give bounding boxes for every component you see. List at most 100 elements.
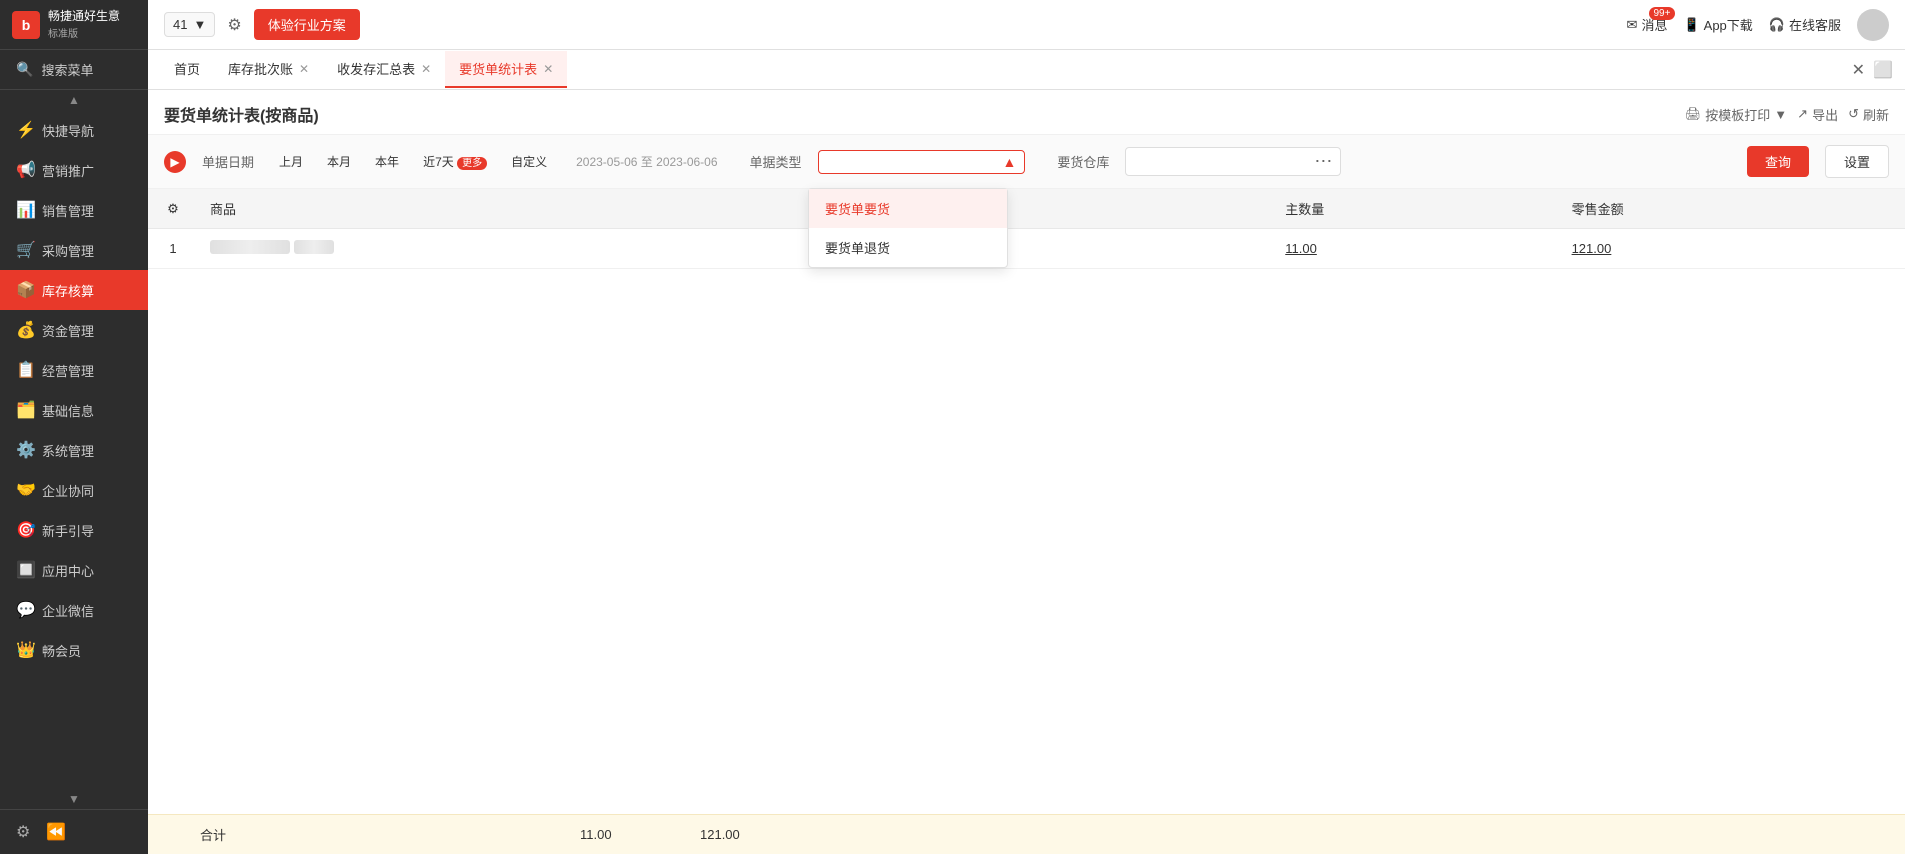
filter-toggle-button[interactable]: ▶ [164,151,186,173]
nav-icon-basic: 🗂️ [16,400,34,420]
messages-button[interactable]: ✉ 消息 99+ [1627,15,1668,34]
sidebar-item-member[interactable]: 👑畅会员 [0,630,148,670]
tab-receive-summary-close[interactable]: ✕ [421,62,431,76]
headset-icon: 🎧 [1769,17,1785,33]
date-this-month[interactable]: 本月 [318,149,360,174]
search-menu[interactable]: 🔍 搜索菜单 [0,50,148,90]
nav-icon-finance: 💰 [16,320,34,340]
app-download-button[interactable]: 📱 App下载 [1683,15,1752,34]
sidebar-item-enterprise[interactable]: 🤝 企业协同 [0,470,148,510]
tab-inventory-batch-label: 库存批次账 [228,59,293,78]
tab-order-stats[interactable]: 要货单统计表 ✕ [445,51,567,88]
nav-label-guide: 新手引导 [42,521,94,540]
sidebar-item-basic[interactable]: 🗂️基础信息 [0,390,148,430]
nav-icon-quick-nav: ⚡ [16,120,34,140]
sidebar-item-system[interactable]: ⚙️系统管理 [0,430,148,470]
date-last-7days[interactable]: 近7天 更多 [414,149,496,174]
sidebar-item-operation[interactable]: 📋经营管理 [0,350,148,390]
dropdown-item-order-return[interactable]: 要货单退货 [809,228,1007,267]
app-logo: b 畅捷通好生意 标准版 [0,0,148,50]
tabs-bar: 首页 库存批次账 ✕ 收发存汇总表 ✕ 要货单统计表 ✕ ✕ ⬜ [148,50,1905,90]
online-service-button[interactable]: 🎧 在线客服 [1769,15,1841,34]
nav-label-finance: 资金管理 [42,321,94,340]
nav-label-system: 系统管理 [42,441,94,460]
sidebar: b 畅捷通好生意 标准版 🔍 搜索菜单 ▲ ⚡快捷导航📢营销推广📊销售管理🛒采购… [0,0,148,854]
print-icon: 🖨 [1685,106,1702,122]
nav-label-purchase: 采购管理 [42,241,94,260]
tab-receive-summary-label: 收发存汇总表 [337,59,415,78]
warehouse-text-field[interactable] [1134,154,1310,169]
header-right: ✉ 消息 99+ 📱 App下载 🎧 在线客服 [1627,9,1889,41]
tab-home[interactable]: 首页 [160,51,214,88]
store-selector[interactable]: 41 ▼ [164,12,215,37]
query-button[interactable]: 查询 [1747,146,1809,177]
date-buttons: 上月 本月 本年 近7天 更多 自定义 [270,149,556,174]
nav-icon-member: 👑 [16,640,34,660]
type-input[interactable]: ▲ [818,150,1026,174]
refresh-icon: ↺ [1848,106,1859,122]
collapse-icon[interactable]: ⏪ [46,822,66,842]
sidebar-item-purchase[interactable]: 🛒采购管理 [0,230,148,270]
nav-icon-guide: 🎯 [16,520,34,540]
tab-order-stats-close[interactable]: ✕ [543,62,553,76]
sidebar-item-appstore[interactable]: 🔲应用中心 [0,550,148,590]
sidebar-item-finance[interactable]: 💰 资金管理 [0,310,148,350]
table-footer: 合计 11.00 121.00 [148,814,1905,854]
date-range: 2023-05-06 至 2023-06-06 [576,153,717,170]
print-button[interactable]: 🖨 按模板打印 ▼ [1685,105,1787,124]
table-row: 1 块 11.00 121.00 [148,229,1905,269]
sidebar-item-sales[interactable]: 📊销售管理 [0,190,148,230]
date-custom[interactable]: 自定义 [502,149,556,174]
close-tabs-icon[interactable]: ✕ [1852,60,1865,80]
col-goods: 商品 [198,189,869,229]
nav-label-wechat: 企业微信 [42,601,94,620]
gear-icon[interactable]: ⚙ [227,15,241,35]
date-prev-month[interactable]: 上月 [270,149,312,174]
nav-icon-sales: 📊 [16,200,34,220]
settings-icon[interactable]: ⚙ [16,822,30,842]
col-quantity: 主数量 [1273,189,1559,229]
tab-inventory-batch-close[interactable]: ✕ [299,62,309,76]
maximize-icon[interactable]: ⬜ [1873,60,1893,80]
sidebar-item-guide[interactable]: 🎯 新手引导 [0,510,148,550]
date-this-year[interactable]: 本年 [366,149,408,174]
top-header: 41 ▼ ⚙ 体验行业方案 ✉ 消息 99+ 📱 App下载 🎧 在线客服 [148,0,1905,50]
table-header-row: ⚙ 商品 主计量单位 主数量 零售金额 [148,189,1905,229]
sidebar-item-wechat[interactable]: 💬 企业微信 [0,590,148,630]
tab-receive-summary[interactable]: 收发存汇总表 ✕ [323,51,445,88]
tab-inventory-batch[interactable]: 库存批次账 ✕ [214,51,323,88]
footer-total-label: 合计 [160,825,580,844]
sidebar-bottom: ⚙ ⏪ [0,809,148,854]
type-chevron-icon[interactable]: ▲ [1003,154,1017,170]
search-icon: 🔍 [16,61,33,78]
dropdown-item-order-goods[interactable]: 要货单要货 [809,189,1007,228]
page-title: 要货单统计表(按商品) [164,102,319,126]
sidebar-scroll-up[interactable]: ▲ [0,90,148,110]
warehouse-input[interactable]: ⋯ [1125,147,1341,176]
user-avatar[interactable] [1857,9,1889,41]
sidebar-item-inventory[interactable]: 📦库存核算 [0,270,148,310]
nav-icon-enterprise: 🤝 [16,480,34,500]
industry-button[interactable]: 体验行业方案 [254,9,360,40]
nav-icon-wechat: 💬 [16,600,34,620]
data-table-wrap: ⚙ 商品 主计量单位 主数量 零售金额 1 块 11.00 121.00 [148,189,1905,814]
filter-bar: ▶ 单据日期 上月 本月 本年 近7天 更多 自定义 2023-05-06 至 … [148,135,1905,189]
settings-button[interactable]: 设置 [1825,145,1889,178]
message-icon: ✉ [1627,17,1638,33]
sidebar-nav: ⚡快捷导航📢营销推广📊销售管理🛒采购管理📦库存核算 💰 资金管理 📋经营管理🗂️基础信… [0,110,148,789]
nav-label-marketing: 营销推广 [42,161,94,180]
app-download-label: App下载 [1704,15,1753,34]
nav-label-enterprise: 企业协同 [42,481,94,500]
print-chevron-icon: ▼ [1774,107,1787,122]
export-label: 导出 [1812,105,1838,124]
sidebar-item-quick-nav[interactable]: ⚡快捷导航 [0,110,148,150]
sidebar-scroll-down[interactable]: ▼ [0,789,148,809]
warehouse-more-icon[interactable]: ⋯ [1314,151,1332,172]
mobile-icon: 📱 [1683,17,1699,33]
print-label: 按模板打印 [1705,105,1770,124]
refresh-button[interactable]: ↺ 刷新 [1848,105,1889,124]
sidebar-item-marketing[interactable]: 📢营销推广 [0,150,148,190]
type-text-field[interactable] [827,154,1003,169]
col-settings[interactable]: ⚙ [148,189,198,229]
export-button[interactable]: ↗ 导出 [1797,105,1838,124]
